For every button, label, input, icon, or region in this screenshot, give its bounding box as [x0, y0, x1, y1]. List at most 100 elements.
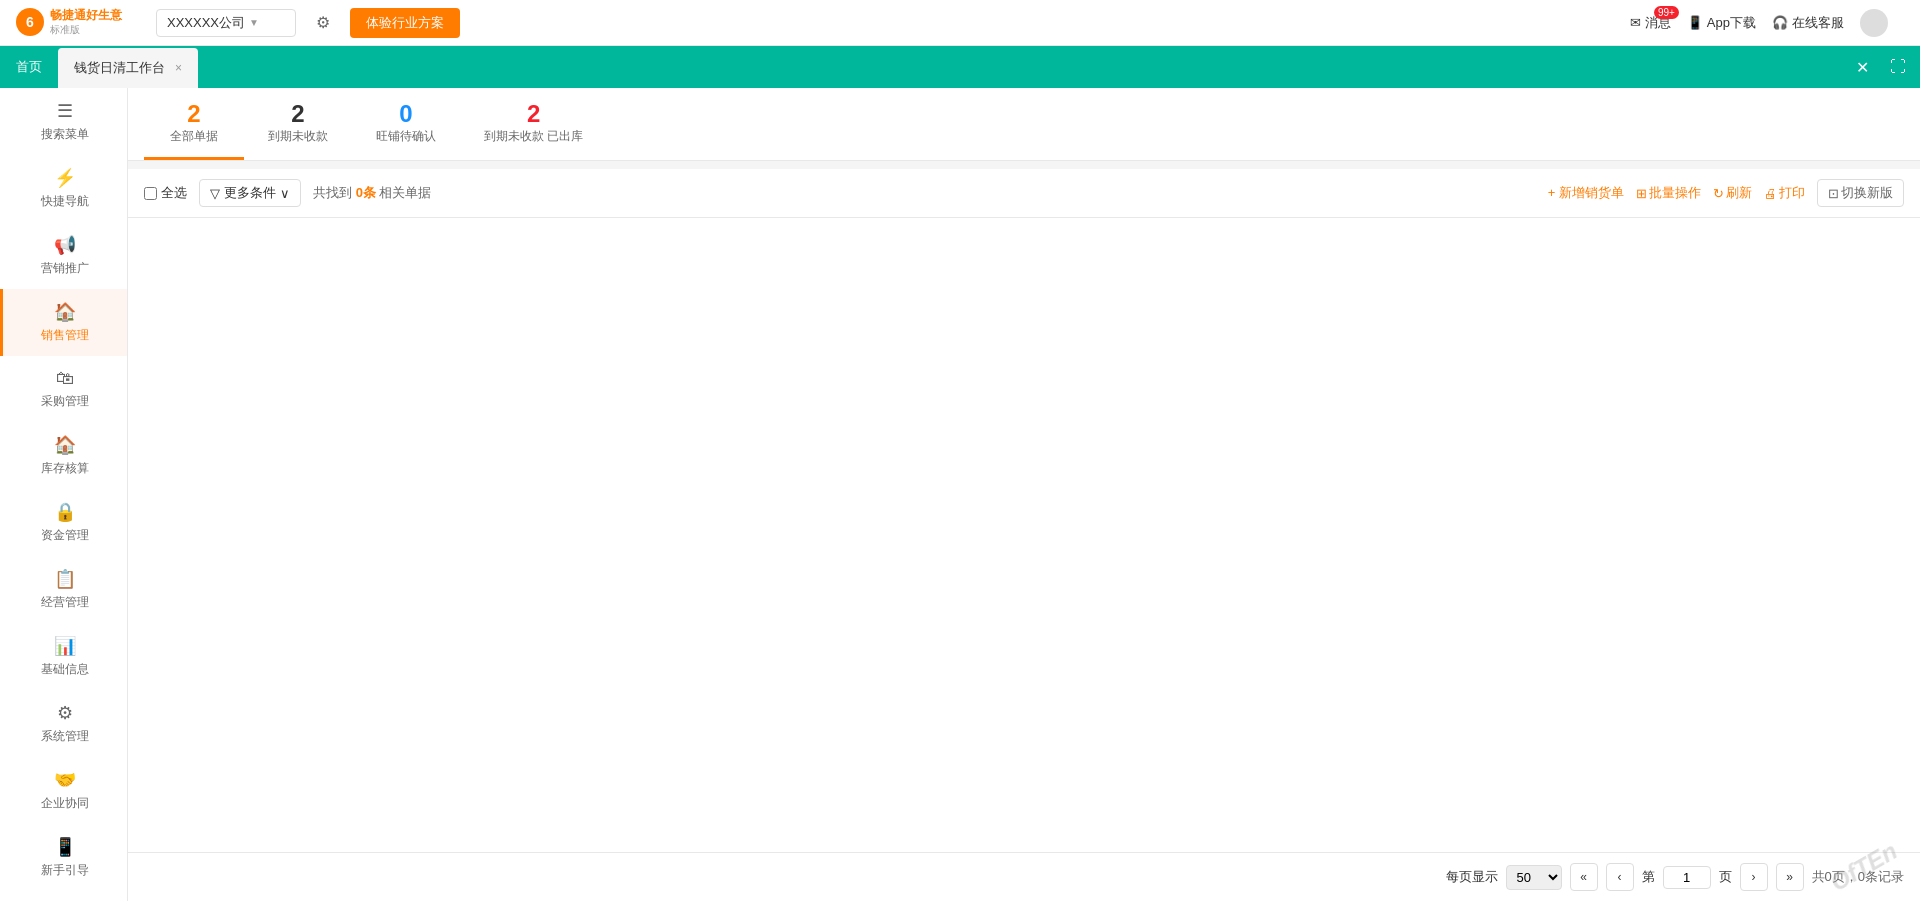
filter-icon: ▽ — [210, 186, 220, 201]
search-menu-icon: ☰ — [57, 100, 73, 122]
main-layout: ☰ 搜索菜单 ⚡ 快捷导航 📢 营销推广 🏠 销售管理 🛍 采购管理 🏠 库存核… — [0, 88, 1920, 901]
basic-info-icon: 📊 — [54, 635, 76, 657]
stats-tab-all[interactable]: 2 全部单据 — [144, 88, 244, 160]
stats-tab-overdue[interactable]: 2 到期未收款 — [244, 88, 352, 160]
sidebar-item-finance[interactable]: 🔒 资金管理 — [0, 489, 127, 556]
page-suffix: 页 — [1719, 868, 1732, 886]
message-icon: ✉ — [1630, 15, 1641, 30]
sidebar-label-operations: 经营管理 — [41, 594, 89, 611]
stats-count-shipped: 2 — [527, 100, 540, 128]
message-button[interactable]: ✉ 消息 99+ — [1630, 14, 1671, 32]
tab-bar: 首页 钱货日清工作台 × ✕ ⛶ — [0, 46, 1920, 88]
online-service-button[interactable]: 🎧 在线客服 — [1772, 14, 1844, 32]
sidebar: ☰ 搜索菜单 ⚡ 快捷导航 📢 营销推广 🏠 销售管理 🛍 采购管理 🏠 库存核… — [0, 88, 128, 901]
logo-area: 6 畅捷通好生意 标准版 — [16, 8, 144, 36]
prev-page-button[interactable]: ‹ — [1606, 863, 1634, 891]
sales-icon: 🏠 — [54, 301, 76, 323]
operations-icon: 📋 — [54, 568, 76, 590]
print-button[interactable]: 🖨 打印 — [1764, 184, 1805, 202]
tab-expand-button[interactable]: ⛶ — [1884, 53, 1912, 81]
print-icon: 🖨 — [1764, 186, 1777, 201]
guide-icon: 📱 — [54, 836, 76, 858]
tab-home[interactable]: 首页 — [0, 46, 58, 88]
stats-tab-shipped[interactable]: 2 到期未收款 已出库 — [460, 88, 607, 160]
filter-label: 更多条件 — [224, 184, 276, 202]
select-all-input[interactable] — [144, 187, 157, 200]
sidebar-item-sales[interactable]: 🏠 销售管理 — [0, 289, 127, 356]
logo-sub: 标准版 — [50, 23, 122, 37]
stats-tab-pending[interactable]: 0 旺铺待确认 — [352, 88, 460, 160]
batch-label: 批量操作 — [1649, 184, 1701, 202]
sidebar-label-sales: 销售管理 — [41, 327, 89, 344]
sidebar-item-inventory[interactable]: 🏠 库存核算 — [0, 422, 127, 489]
tab-current[interactable]: 钱货日清工作台 × — [58, 48, 198, 88]
toolbar: 全选 ▽ 更多条件 ∨ 共找到 0条 相关单据 + 新增销货单 ⊞ 批量操作 — [128, 169, 1920, 218]
filter-chevron-icon: ∨ — [280, 186, 290, 201]
settings-button[interactable]: ⚙ — [308, 8, 338, 38]
last-page-button[interactable]: » — [1776, 863, 1804, 891]
sidebar-item-operations[interactable]: 📋 经营管理 — [0, 556, 127, 623]
message-badge: 99+ — [1654, 6, 1679, 19]
refresh-label: 刷新 — [1726, 184, 1752, 202]
page-number-input[interactable] — [1663, 866, 1711, 889]
select-all-checkbox[interactable]: 全选 — [144, 184, 187, 202]
pagination: 每页显示 50 100 200 « ‹ 第 页 › » 共0页，0条记录 — [128, 852, 1920, 901]
sidebar-item-quick-nav[interactable]: ⚡ 快捷导航 — [0, 155, 127, 222]
finance-icon: 🔒 — [54, 501, 76, 523]
batch-operation-button[interactable]: ⊞ 批量操作 — [1636, 184, 1701, 202]
batch-icon: ⊞ — [1636, 186, 1647, 201]
tab-close-icon[interactable]: × — [175, 61, 182, 75]
sidebar-label-inventory: 库存核算 — [41, 460, 89, 477]
page-label: 第 — [1642, 868, 1655, 886]
sidebar-item-app-center[interactable]: 🎁 应用中心 — [0, 891, 127, 901]
found-suffix: 相关单据 — [379, 185, 431, 200]
sidebar-item-system[interactable]: ⚙ 系统管理 — [0, 690, 127, 757]
sidebar-item-guide[interactable]: 📱 新手引导 — [0, 824, 127, 891]
app-download-button[interactable]: 📱 App下载 — [1687, 14, 1756, 32]
found-count: 0条 — [356, 185, 376, 200]
sidebar-label-purchase: 采购管理 — [41, 393, 89, 410]
stats-count-overdue: 2 — [291, 100, 304, 128]
next-page-button[interactable]: › — [1740, 863, 1768, 891]
add-sale-button[interactable]: + 新增销货单 — [1548, 184, 1624, 202]
per-page-select[interactable]: 50 100 200 — [1506, 865, 1562, 890]
service-icon: 🎧 — [1772, 15, 1788, 30]
sidebar-item-cooperation[interactable]: 🤝 企业协同 — [0, 757, 127, 824]
sidebar-item-marketing[interactable]: 📢 营销推广 — [0, 222, 127, 289]
sidebar-item-basic-info[interactable]: 📊 基础信息 — [0, 623, 127, 690]
tab-minimize-button[interactable]: ✕ — [1848, 53, 1876, 81]
refresh-button[interactable]: ↻ 刷新 — [1713, 184, 1752, 202]
toolbar-right: + 新增销货单 ⊞ 批量操作 ↻ 刷新 🖨 打印 ⊡ 切换新版 — [1548, 179, 1904, 207]
sidebar-label-marketing: 营销推广 — [41, 260, 89, 277]
quick-nav-icon: ⚡ — [54, 167, 76, 189]
switch-icon: ⊡ — [1828, 186, 1839, 201]
stats-label-shipped: 到期未收款 已出库 — [484, 128, 583, 145]
sidebar-label-guide: 新手引导 — [41, 862, 89, 879]
sidebar-item-purchase[interactable]: 🛍 采购管理 — [0, 356, 127, 422]
empty-state — [128, 218, 1920, 618]
first-page-button[interactable]: « — [1570, 863, 1598, 891]
logo-icon: 6 — [16, 8, 44, 36]
system-icon: ⚙ — [57, 702, 73, 724]
logo-text-area: 畅捷通好生意 标准版 — [50, 8, 122, 36]
company-selector[interactable]: XXXXXX公司 ▼ — [156, 9, 296, 37]
stats-count-pending: 0 — [399, 100, 412, 128]
company-name: XXXXXX公司 — [167, 14, 245, 32]
app-icon: 📱 — [1687, 15, 1703, 30]
header-left: 6 畅捷通好生意 标准版 XXXXXX公司 ▼ ⚙ 体验行业方案 — [16, 8, 460, 38]
toolbar-left: 全选 ▽ 更多条件 ∨ 共找到 0条 相关单据 — [144, 179, 431, 207]
top-header: 6 畅捷通好生意 标准版 XXXXXX公司 ▼ ⚙ 体验行业方案 ✉ 消息 99… — [0, 0, 1920, 46]
sidebar-label-quick-nav: 快捷导航 — [41, 193, 89, 210]
avatar[interactable] — [1860, 9, 1888, 37]
cooperation-icon: 🤝 — [54, 769, 76, 791]
select-all-label: 全选 — [161, 184, 187, 202]
sidebar-item-search-menu[interactable]: ☰ 搜索菜单 — [0, 88, 127, 155]
purchase-icon: 🛍 — [56, 368, 74, 389]
found-text: 共找到 0条 相关单据 — [313, 184, 431, 202]
stats-label-all: 全部单据 — [170, 128, 218, 145]
switch-version-button[interactable]: ⊡ 切换新版 — [1817, 179, 1904, 207]
filter-button[interactable]: ▽ 更多条件 ∨ — [199, 179, 301, 207]
trial-button[interactable]: 体验行业方案 — [350, 8, 460, 38]
app-label: App下载 — [1707, 14, 1756, 32]
found-prefix: 共找到 — [313, 185, 352, 200]
